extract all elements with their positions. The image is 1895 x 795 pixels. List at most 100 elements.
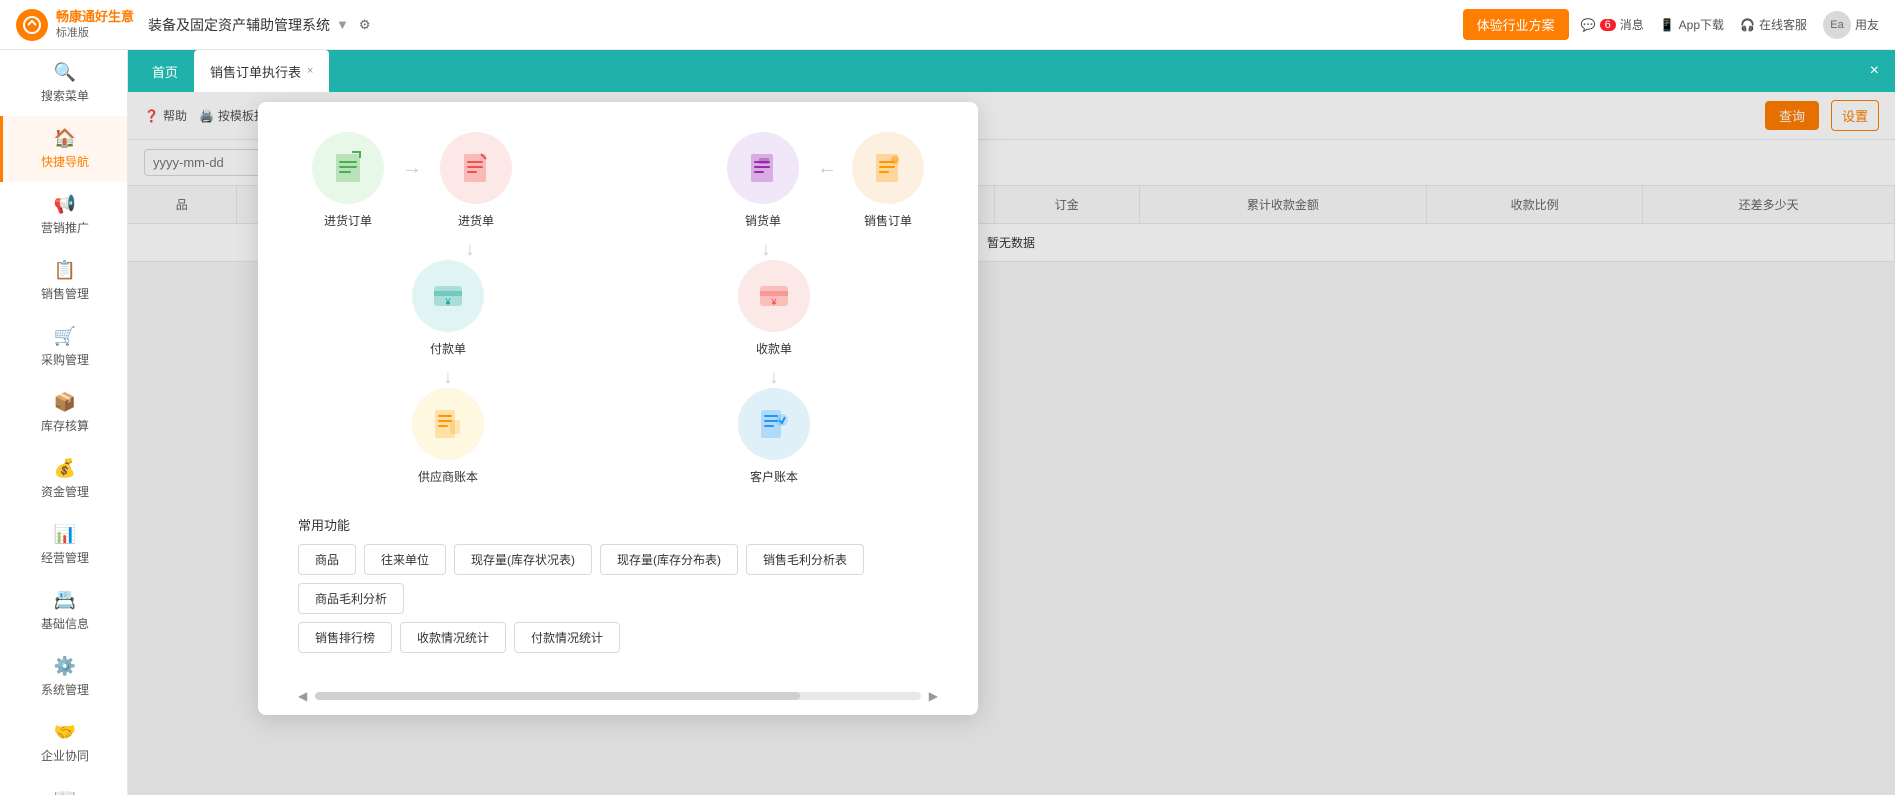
btn-receipt-stats[interactable]: 收款情况统计 xyxy=(400,622,506,653)
v-arrow-receipt: ↓ xyxy=(716,239,816,260)
btn-product-margin[interactable]: 商品毛利分析 xyxy=(298,583,404,614)
user-action[interactable]: Ea 用友 xyxy=(1823,11,1879,39)
arrow-dashed-left: ← xyxy=(817,157,834,204)
flow-node-payment[interactable]: ¥ 付款单 xyxy=(398,260,498,357)
sidebar-item-finance[interactable]: 💰 资金管理 xyxy=(0,446,127,512)
tab-label: 销售订单执行表 xyxy=(210,62,301,81)
common-section: 常用功能 商品 往来单位 现存量(库存状况表) 现存量(库存分布表) 销售毛利分… xyxy=(258,515,978,681)
common-title: 常用功能 xyxy=(298,515,938,534)
sidebar-item-sales[interactable]: 📋 销售管理 xyxy=(0,248,127,314)
payment-circle[interactable]: ¥ xyxy=(412,260,484,332)
sidebar-label-operations: 经营管理 xyxy=(41,549,89,566)
purchase-icon: 🛒 xyxy=(54,326,76,347)
v-arrow-payment: ↓ xyxy=(420,239,520,260)
sidebar-item-purchase[interactable]: 🛒 采购管理 xyxy=(0,314,127,380)
basic-info-icon: 📇 xyxy=(54,590,76,611)
sidebar-item-inventory[interactable]: 📦 库存核算 xyxy=(0,380,127,446)
tab-close-right-icon[interactable]: × xyxy=(1862,58,1887,84)
sidebar-label-inventory: 库存核算 xyxy=(41,417,89,434)
btn-product[interactable]: 商品 xyxy=(298,544,356,575)
customer-circle[interactable] xyxy=(738,388,810,460)
btn-stock-dist[interactable]: 现存量(库存分布表) xyxy=(600,544,738,575)
tab-sales-order[interactable]: 销售订单执行表 × xyxy=(194,50,329,92)
online-service-label: 在线客服 xyxy=(1759,16,1807,33)
arrow-right-1: → xyxy=(402,157,422,204)
home-icon: 🏠 xyxy=(54,128,76,149)
beginner-icon: 📖 xyxy=(54,788,76,795)
sidebar-item-operations[interactable]: 📊 经营管理 xyxy=(0,512,127,578)
tab-close-icon[interactable]: × xyxy=(307,65,313,77)
logo-icon xyxy=(16,9,48,41)
online-service-action[interactable]: 🎧 在线客服 xyxy=(1740,16,1807,33)
enterprise-icon: 🤝 xyxy=(54,722,76,743)
app-download-action[interactable]: 📱 App下载 xyxy=(1660,16,1724,33)
svg-text:¥: ¥ xyxy=(444,297,451,307)
message-action[interactable]: 💬 6 消息 xyxy=(1581,16,1644,33)
purchase-receipt-circle[interactable] xyxy=(440,132,512,204)
flow-section: 进货订单 → xyxy=(258,102,978,515)
purchase-receipt-label: 进货单 xyxy=(458,212,494,229)
sidebar-label-search: 搜索菜单 xyxy=(41,87,89,104)
trial-button[interactable]: 体验行业方案 xyxy=(1463,9,1569,40)
scroll-left-arrow[interactable]: ◀ xyxy=(298,689,307,703)
modal-overlay[interactable]: 进货订单 → xyxy=(128,92,1895,795)
header-right: 💬 6 消息 📱 App下载 🎧 在线客服 Ea 用友 xyxy=(1581,11,1879,39)
tab-bar: 首页 销售订单执行表 × × xyxy=(128,50,1895,92)
flow-node-purchase-order[interactable]: 进货订单 xyxy=(298,132,398,229)
v-spacer-left xyxy=(298,239,398,260)
sidebar-label-quick-nav: 快捷导航 xyxy=(41,153,89,170)
sales-receipt-circle[interactable] xyxy=(727,132,799,204)
btn-sales-ranking[interactable]: 销售排行榜 xyxy=(298,622,392,653)
btn-stock-status[interactable]: 现存量(库存状况表) xyxy=(454,544,592,575)
scroll-bar-area: ◀ ▶ xyxy=(258,681,978,715)
sales-icon: 📋 xyxy=(54,260,76,281)
sidebar-label-enterprise: 企业协同 xyxy=(41,747,89,764)
sidebar-item-basic-info[interactable]: 📇 基础信息 xyxy=(0,578,127,644)
modal-box: 进货订单 → xyxy=(258,102,978,715)
tab-home[interactable]: 首页 xyxy=(136,50,194,92)
flow-node-customer[interactable]: 客户账本 xyxy=(724,388,824,485)
scroll-track[interactable] xyxy=(315,692,921,700)
purchase-order-circle[interactable] xyxy=(312,132,384,204)
v2-spacer-left xyxy=(298,367,398,388)
message-label: 消息 xyxy=(1620,16,1644,33)
sidebar: 🔍 搜索菜单 🏠 快捷导航 📢 营销推广 📋 销售管理 🛒 采购管理 📦 xyxy=(0,50,128,795)
settings-icon[interactable]: ⚙ xyxy=(355,13,375,37)
v-spacer-far xyxy=(838,239,938,260)
sales-order-circle[interactable] xyxy=(852,132,924,204)
v2-spacer-mid xyxy=(498,367,724,388)
sidebar-label-sales: 销售管理 xyxy=(41,285,89,302)
marketing-icon: 📢 xyxy=(54,194,76,215)
btn-payment-stats[interactable]: 付款情况统计 xyxy=(514,622,620,653)
receipt-circle[interactable]: ¥ xyxy=(738,260,810,332)
sidebar-item-marketing[interactable]: 📢 营销推广 xyxy=(0,182,127,248)
flow-node-purchase-receipt[interactable]: 进货单 xyxy=(426,132,526,229)
sidebar-item-search[interactable]: 🔍 搜索菜单 xyxy=(0,50,127,116)
sidebar-item-enterprise[interactable]: 🤝 企业协同 xyxy=(0,710,127,776)
sidebar-item-beginner[interactable]: 📖 新手引导 xyxy=(0,776,127,795)
flow-node-sales-receipt[interactable]: 销货单 xyxy=(713,132,813,229)
sidebar-label-marketing: 营销推广 xyxy=(41,219,89,236)
headset-icon: 🎧 xyxy=(1740,18,1755,32)
flow-node-sales-order[interactable]: 销售订单 xyxy=(838,132,938,229)
system-title: 装备及固定资产辅助管理系统 ▼ ⚙ xyxy=(148,13,1451,37)
v2-arrow-supplier: ↓ xyxy=(398,367,498,388)
purchase-order-label: 进货订单 xyxy=(324,212,372,229)
avatar: Ea xyxy=(1823,11,1851,39)
v-spacer-right xyxy=(820,239,834,260)
scroll-right-arrow[interactable]: ▶ xyxy=(929,689,938,703)
system-dropdown-icon[interactable]: ▼ xyxy=(336,17,349,32)
flow-row-3: 供应商账本 xyxy=(298,388,938,485)
btn-sales-margin[interactable]: 销售毛利分析表 xyxy=(746,544,864,575)
flow-node-supplier[interactable]: 供应商账本 xyxy=(398,388,498,485)
logo-text: 畅康通好生意 标准版 xyxy=(56,9,134,40)
logo-area: 畅康通好生意 标准版 xyxy=(16,9,136,41)
btn-partner[interactable]: 往来单位 xyxy=(364,544,446,575)
sidebar-item-system[interactable]: ⚙️ 系统管理 xyxy=(0,644,127,710)
sidebar-item-quick-nav[interactable]: 🏠 快捷导航 xyxy=(0,116,127,182)
v2-arrow-customer: ↓ xyxy=(724,367,824,388)
arrow-v-spacer xyxy=(402,239,416,260)
flow-node-receipt[interactable]: ¥ 收款单 xyxy=(724,260,824,357)
supplier-circle[interactable] xyxy=(412,388,484,460)
message-icon: 💬 xyxy=(1581,18,1596,32)
